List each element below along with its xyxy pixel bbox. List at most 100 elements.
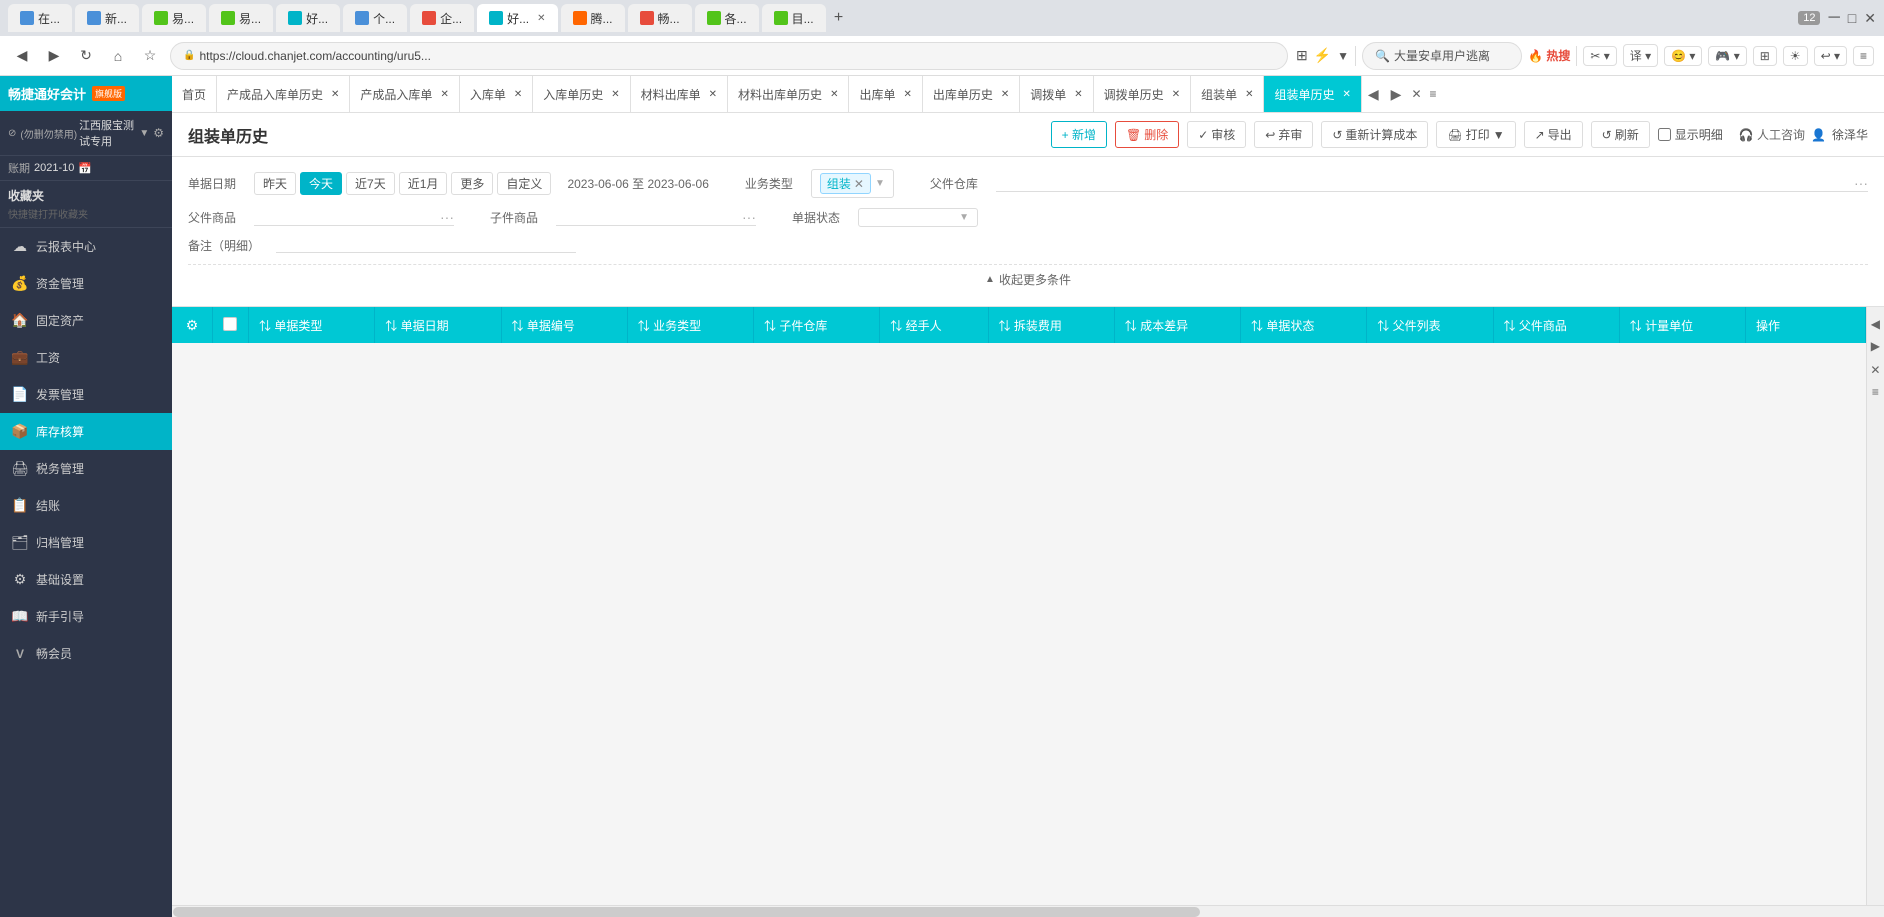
nav-tab-material-outbound[interactable]: 材料出库单 ✕ bbox=[631, 76, 728, 112]
settings-icon[interactable]: ⚙ bbox=[153, 126, 164, 140]
grid-icon[interactable]: ⊞ bbox=[1296, 47, 1308, 64]
browser-tab-1[interactable]: 新... bbox=[75, 4, 139, 32]
recalc-button[interactable]: ↺ 重新计算成本 bbox=[1321, 121, 1428, 148]
date-btn-7days[interactable]: 近7天 bbox=[346, 172, 395, 195]
parent-warehouse-more[interactable]: ··· bbox=[1854, 175, 1868, 191]
nav-tab-outbound[interactable]: 出库单 ✕ bbox=[849, 76, 922, 112]
browser-tab-3[interactable]: 易... bbox=[209, 4, 273, 32]
col-doc-type[interactable]: ⇅ 单据类型 bbox=[249, 307, 375, 343]
tabs-left-arrow[interactable]: ◀ bbox=[1362, 86, 1385, 103]
nav-tab-outbound-history[interactable]: 出库单历史 ✕ bbox=[923, 76, 1020, 112]
col-parent-goods[interactable]: ⇅ 父件商品 bbox=[1493, 307, 1619, 343]
col-cost-diff[interactable]: ⇅ 成本差异 bbox=[1114, 307, 1240, 343]
sidebar-item-salary[interactable]: 💼 工资 bbox=[0, 339, 172, 376]
browser-search-bar[interactable]: 🔍 大量安卓用户逃离 bbox=[1362, 42, 1522, 70]
lightning-icon[interactable]: ⚡ bbox=[1314, 47, 1331, 64]
nav-tab-close-2[interactable]: ✕ bbox=[440, 89, 448, 100]
nav-tab-close-3[interactable]: ✕ bbox=[514, 89, 522, 100]
sidebar-item-funds[interactable]: 💰 资金管理 bbox=[0, 265, 172, 302]
col-biz-type[interactable]: ⇅ 业务类型 bbox=[627, 307, 753, 343]
nav-tab-inbound[interactable]: 入库单 ✕ bbox=[460, 76, 533, 112]
calendar-icon[interactable]: 📅 bbox=[78, 162, 92, 175]
business-type-select[interactable]: 组装 ✕ ▼ bbox=[811, 169, 894, 198]
col-child-warehouse[interactable]: ⇅ 子件仓库 bbox=[754, 307, 880, 343]
nav-tab-close-11[interactable]: ✕ bbox=[1245, 89, 1253, 100]
sidebar-item-guide[interactable]: 📖 新手引导 bbox=[0, 598, 172, 635]
sidebar-item-archive[interactable]: 🗂 归档管理 bbox=[0, 524, 172, 561]
nav-tab-material-outbound-history[interactable]: 材料出库单历史 ✕ bbox=[728, 76, 849, 112]
nav-tab-close-6[interactable]: ✕ bbox=[830, 89, 838, 100]
col-assembly-cost[interactable]: ⇅ 拆装费用 bbox=[988, 307, 1114, 343]
bookmark-button[interactable]: ☆ bbox=[138, 44, 162, 68]
tabs-menu-icon[interactable]: ≡ bbox=[1426, 87, 1441, 101]
nav-tab-close-9[interactable]: ✕ bbox=[1074, 89, 1082, 100]
toggle-menu-icon[interactable]: ≡ bbox=[1872, 385, 1879, 399]
sidebar-item-inventory[interactable]: 📦 库存核算 bbox=[0, 413, 172, 450]
nav-tab-transfer[interactable]: 调拨单 ✕ bbox=[1020, 76, 1093, 112]
col-doc-status[interactable]: ⇅ 单据状态 bbox=[1241, 307, 1367, 343]
parent-goods-more[interactable]: ··· bbox=[440, 209, 454, 225]
approve-button[interactable]: ✓ 审核 bbox=[1187, 121, 1246, 148]
date-btn-custom[interactable]: 自定义 bbox=[497, 172, 551, 195]
toggle-right-arrow[interactable]: ▶ bbox=[1869, 337, 1882, 355]
col-handler[interactable]: ⇅ 经手人 bbox=[880, 307, 988, 343]
abandon-button[interactable]: ↩ 弃审 bbox=[1254, 121, 1313, 148]
refresh-button[interactable]: ↺ 刷新 bbox=[1591, 121, 1650, 148]
col-parent-list[interactable]: ⇅ 父件列表 bbox=[1367, 307, 1493, 343]
browser-tab-8[interactable]: 腾... bbox=[561, 4, 625, 32]
nav-tab-home[interactable]: 首页 bbox=[172, 76, 217, 112]
show-detail-input[interactable] bbox=[1658, 128, 1671, 141]
tag-close-business[interactable]: ✕ bbox=[854, 177, 864, 191]
col-doc-number[interactable]: ⇅ 单据编号 bbox=[501, 307, 627, 343]
nav-tab-inbound-history[interactable]: 入库单历史 ✕ bbox=[533, 76, 630, 112]
maximize-button[interactable]: □ bbox=[1848, 10, 1856, 26]
browser-tab-2[interactable]: 易... bbox=[142, 4, 206, 32]
date-btn-today[interactable]: 今天 bbox=[300, 172, 342, 195]
tab-close-7[interactable]: ✕ bbox=[537, 13, 545, 24]
export-button[interactable]: ↗ 导出 bbox=[1524, 121, 1583, 148]
game-tool[interactable]: 🎮 ▾ bbox=[1708, 46, 1746, 66]
back-button[interactable]: ◀ bbox=[10, 44, 34, 68]
browser-tab-5[interactable]: 个... bbox=[343, 4, 407, 32]
emoji-tool[interactable]: 😊 ▾ bbox=[1664, 46, 1702, 66]
nav-tab-close-4[interactable]: ✕ bbox=[611, 89, 619, 100]
home-button[interactable]: ⌂ bbox=[106, 44, 130, 68]
browser-tab-11[interactable]: 目... bbox=[762, 4, 826, 32]
url-bar[interactable]: 🔒 https://cloud.chanjet.com/accounting/u… bbox=[170, 42, 1288, 70]
nav-tab-assembly-history[interactable]: 组装单历史 ✕ bbox=[1264, 76, 1361, 112]
scrollbar-thumb[interactable] bbox=[173, 907, 1200, 917]
collapse-bar[interactable]: ▲ 收起更多条件 bbox=[188, 264, 1868, 294]
table-gear-icon[interactable]: ⚙ bbox=[182, 315, 202, 335]
child-goods-field[interactable] bbox=[556, 210, 738, 224]
tabs-right-arrow[interactable]: ▶ bbox=[1385, 86, 1408, 103]
horizontal-scrollbar[interactable] bbox=[172, 905, 1884, 917]
date-btn-more[interactable]: 更多 bbox=[451, 172, 493, 195]
layout-tool[interactable]: ⊞ bbox=[1753, 46, 1777, 66]
nav-tab-close-8[interactable]: ✕ bbox=[1001, 89, 1009, 100]
menu-button[interactable]: ≡ bbox=[1853, 46, 1874, 66]
parent-goods-field[interactable] bbox=[254, 210, 436, 224]
browser-tab-7[interactable]: 好... ✕ bbox=[477, 4, 557, 32]
new-button[interactable]: + 新增 bbox=[1051, 121, 1107, 148]
browser-tab-0[interactable]: 在... bbox=[8, 4, 72, 32]
toggle-close-icon[interactable]: ✕ bbox=[1870, 363, 1880, 377]
toggle-left-arrow[interactable]: ◀ bbox=[1869, 315, 1882, 333]
browser-tab-4[interactable]: 好... bbox=[276, 4, 340, 32]
col-doc-date[interactable]: ⇅ 单据日期 bbox=[375, 307, 501, 343]
show-detail-checkbox[interactable]: 显示明细 bbox=[1658, 126, 1723, 143]
dropdown-arrow[interactable]: ▼ bbox=[1337, 49, 1349, 63]
sidebar-item-checkout[interactable]: 📋 结账 bbox=[0, 487, 172, 524]
col-unit[interactable]: ⇅ 计量单位 bbox=[1619, 307, 1745, 343]
refresh-browser-button[interactable]: ↻ bbox=[74, 44, 98, 68]
new-tab-button[interactable]: + bbox=[829, 8, 849, 28]
browser-tab-10[interactable]: 各... bbox=[695, 4, 759, 32]
parent-warehouse-field[interactable] bbox=[996, 176, 1850, 190]
brightness-tool[interactable]: ☀ bbox=[1783, 46, 1808, 66]
nav-tab-close-10[interactable]: ✕ bbox=[1172, 89, 1180, 100]
close-window-button[interactable]: ✕ bbox=[1864, 10, 1876, 27]
minimize-button[interactable]: ─ bbox=[1828, 9, 1839, 27]
sidebar-item-settings[interactable]: ⚙ 基础设置 bbox=[0, 561, 172, 598]
status-select[interactable]: ▼ bbox=[858, 208, 978, 227]
date-btn-yesterday[interactable]: 昨天 bbox=[254, 172, 296, 195]
support-icon[interactable]: 🎧 人工咨询 bbox=[1739, 126, 1805, 143]
